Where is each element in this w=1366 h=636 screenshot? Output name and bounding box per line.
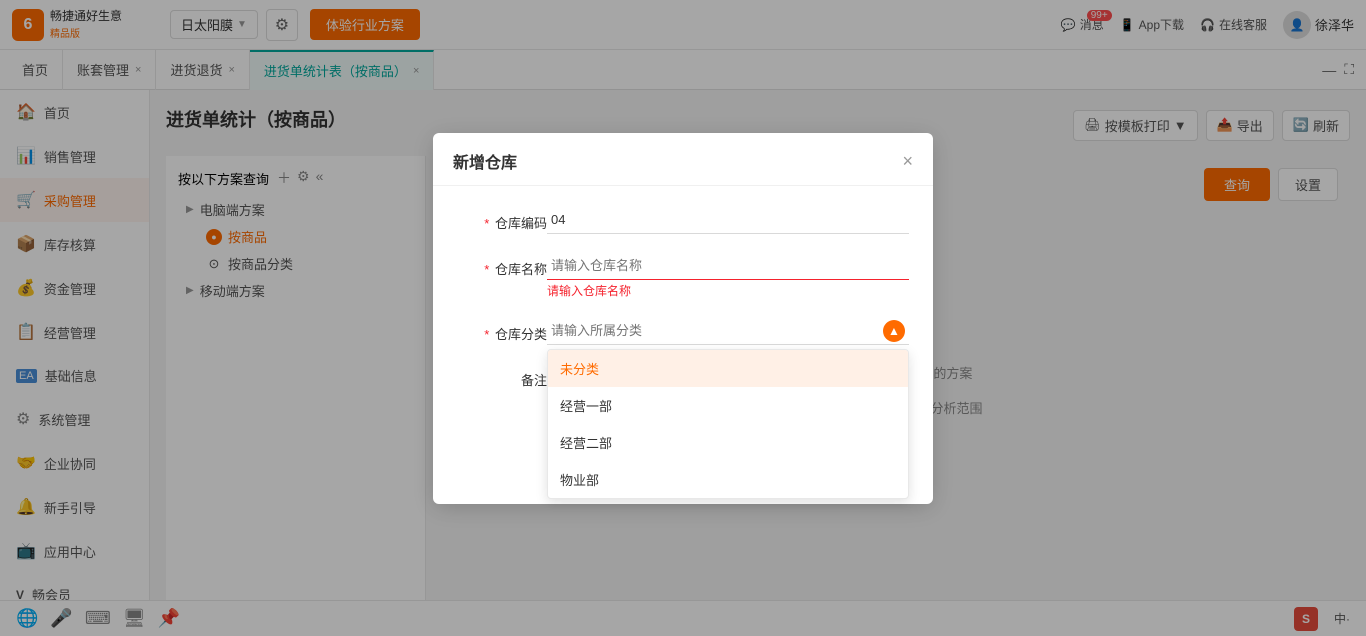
warehouse-code-input[interactable] <box>547 206 909 234</box>
category-dropdown-list: 未分类 经营一部 经营二部 物业部 <box>547 349 909 499</box>
dropdown-item-1[interactable]: 经营一部 <box>548 387 908 424</box>
category-control: ▲ 未分类 经营一部 经营二部 物业部 <box>547 317 909 345</box>
dialog-title: 新增仓库 <box>453 149 517 173</box>
dialog-header: 新增仓库 × <box>433 133 933 186</box>
form-row-code: * 仓库编码 <box>457 206 909 234</box>
category-label: * 仓库分类 <box>457 317 547 343</box>
modal-overlay: 新增仓库 × * 仓库编码 * 仓库名称 <box>0 0 1366 636</box>
name-error-msg: 请输入仓库名称 <box>547 282 909 299</box>
form-row-category: * 仓库分类 ▲ 未分类 经营一部 经营二部 物业部 <box>457 317 909 345</box>
code-control <box>547 206 909 234</box>
add-warehouse-dialog: 新增仓库 × * 仓库编码 * 仓库名称 <box>433 133 933 504</box>
code-label: * 仓库编码 <box>457 206 547 232</box>
dialog-close-button[interactable]: × <box>902 152 913 170</box>
category-dropdown-toggle[interactable]: ▲ <box>883 320 905 342</box>
chevron-up-icon: ▲ <box>888 324 900 338</box>
name-control: 请输入仓库名称 <box>547 252 909 299</box>
note-label: 备注 <box>457 363 547 389</box>
dropdown-item-3[interactable]: 物业部 <box>548 461 908 498</box>
name-label: * 仓库名称 <box>457 252 547 278</box>
dropdown-item-0[interactable]: 未分类 <box>548 350 908 387</box>
warehouse-name-input[interactable] <box>547 252 909 280</box>
dialog-body: * 仓库编码 * 仓库名称 请输入仓库名称 <box>433 186 933 436</box>
dropdown-item-2[interactable]: 经营二部 <box>548 424 908 461</box>
form-row-name: * 仓库名称 请输入仓库名称 <box>457 252 909 299</box>
warehouse-category-input[interactable] <box>547 317 909 345</box>
